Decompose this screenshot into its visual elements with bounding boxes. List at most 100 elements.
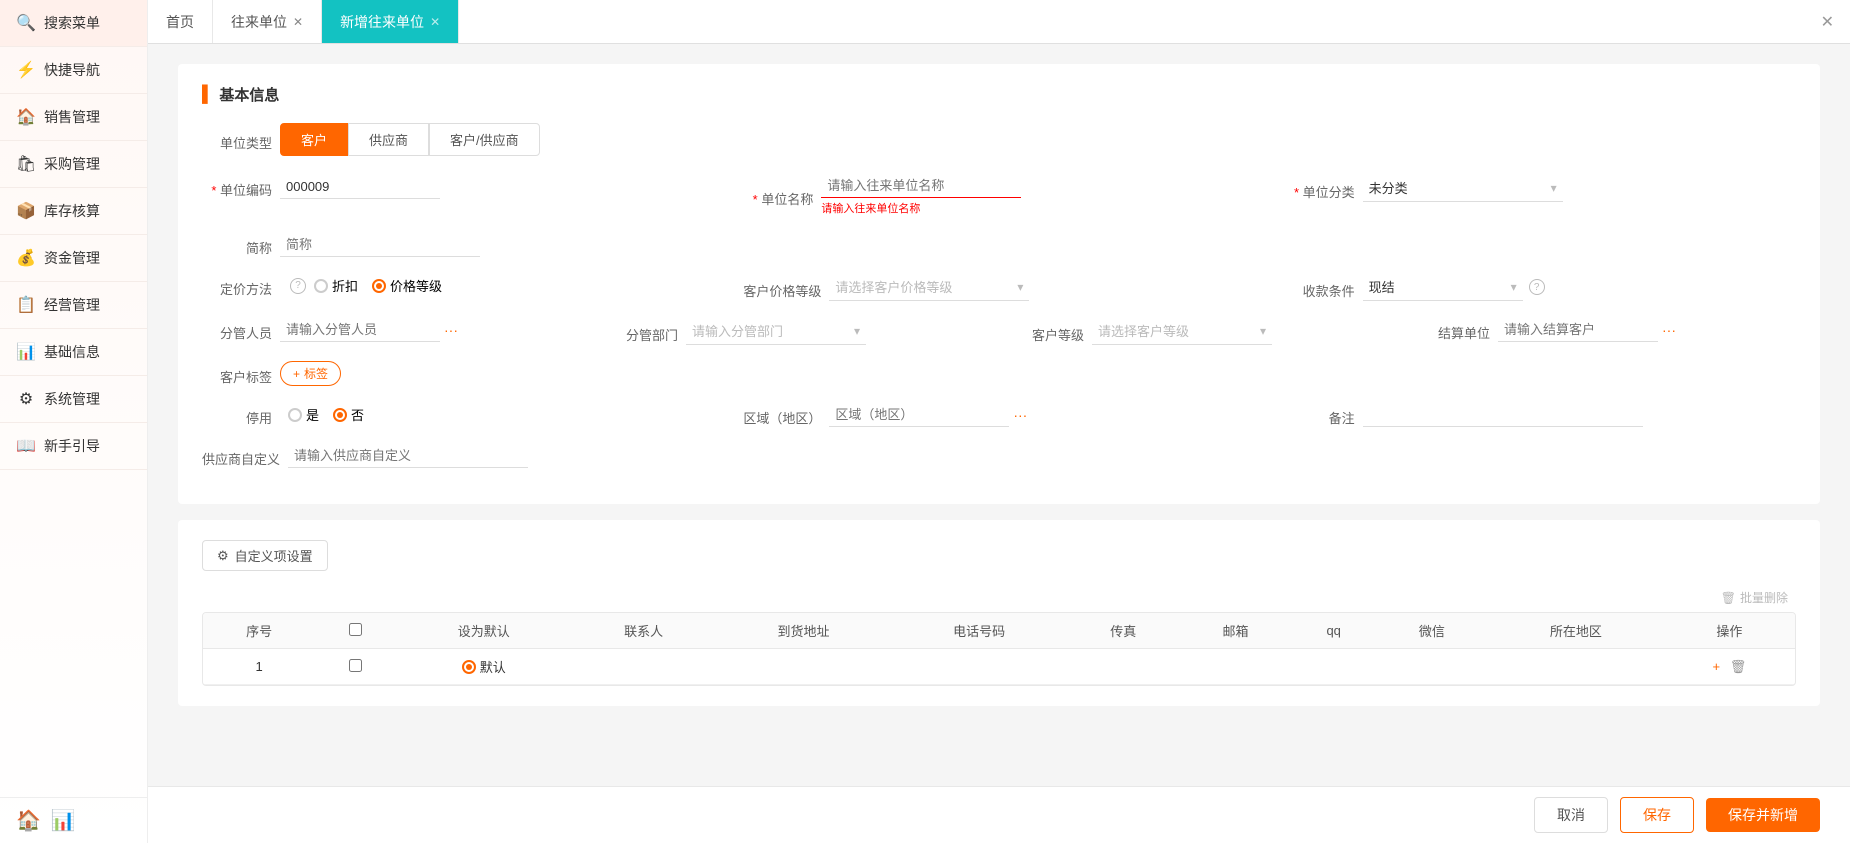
- row-checkbox[interactable]: [349, 659, 362, 672]
- sidebar-item-guide[interactable]: 📖 新手引导: [0, 423, 147, 470]
- chevron-down-icon4: ▾: [854, 324, 860, 338]
- settlement-input[interactable]: [1498, 318, 1658, 342]
- select-all-checkbox[interactable]: [349, 623, 362, 636]
- unit-name-label: 单位名称: [743, 183, 813, 208]
- manager-group: 分管人员 ···: [202, 317, 578, 342]
- pricing-method-group: 定价方法 ? 折扣 价格等级: [202, 273, 713, 298]
- tab-new-trading-unit[interactable]: 新增往来单位 ✕: [322, 0, 459, 43]
- unit-category-value: 未分类: [1369, 178, 1547, 197]
- add-tag-button[interactable]: + 标签: [280, 361, 341, 386]
- chevron-down-icon2: ▾: [1017, 280, 1023, 294]
- no-label: 否: [351, 405, 364, 424]
- save-new-button[interactable]: 保存并新增: [1706, 798, 1820, 832]
- default-radio-circle: [462, 660, 476, 674]
- sidebar-item-operations[interactable]: 📋 经营管理: [0, 282, 147, 329]
- sidebar-item-search[interactable]: 🔍 搜索菜单: [0, 0, 147, 47]
- tab-new-trading-unit-label: 新增往来单位: [340, 12, 424, 32]
- disabled-radio-group: 是 否: [288, 405, 364, 424]
- form-row-4: 分管人员 ··· 分管部门 请输入分管部门 ▾ 客户等级 请选择客户等级: [202, 317, 1796, 345]
- sidebar-label-system: 系统管理: [44, 389, 100, 409]
- section-title-text: 基本信息: [219, 84, 279, 105]
- unit-name-input[interactable]: [821, 174, 1021, 198]
- cell-wechat: [1376, 649, 1488, 685]
- supplier-custom-input[interactable]: [288, 444, 528, 468]
- th-contact: 联系人: [572, 613, 716, 649]
- disabled-yes-radio[interactable]: 是: [288, 405, 319, 424]
- customer-price-group: 客户价格等级 请选择客户价格等级 ▾: [743, 273, 1254, 301]
- sidebar-item-finance[interactable]: 💰 资金管理: [0, 235, 147, 282]
- default-radio[interactable]: 默认: [406, 657, 562, 676]
- custom-settings-button[interactable]: ⚙ 自定义项设置: [202, 540, 328, 571]
- chevron-down-icon5: ▾: [1260, 324, 1266, 338]
- cell-default: 默认: [396, 649, 572, 685]
- pricing-radio-discount[interactable]: 折扣: [314, 276, 358, 295]
- manager-more-btn[interactable]: ···: [444, 322, 458, 338]
- remarks-input[interactable]: [1363, 403, 1643, 427]
- contact-table-head: 序号 设为默认 联系人 到货地址 电话号码 传真 邮箱 qq 微信 所在地区 操…: [203, 613, 1795, 649]
- tab-trading-unit-close[interactable]: ✕: [293, 15, 303, 29]
- settlement-group: 结算单位 ···: [1420, 317, 1796, 342]
- sidebar-item-basic-info[interactable]: 📊 基础信息: [0, 329, 147, 376]
- payment-help-icon[interactable]: ?: [1529, 279, 1545, 295]
- region-more-btn[interactable]: ···: [1013, 407, 1027, 423]
- sidebar-footer-icon1[interactable]: 🏠: [16, 808, 41, 833]
- grade-radio-circle: [372, 279, 386, 293]
- tab-home[interactable]: 首页: [148, 0, 213, 43]
- payment-terms-value: 现结: [1369, 277, 1507, 296]
- unit-code-input[interactable]: [280, 175, 440, 199]
- region-input[interactable]: [829, 403, 1009, 427]
- sidebar-item-sales[interactable]: 🏠 销售管理: [0, 94, 147, 141]
- unit-type-customer[interactable]: 客户: [280, 123, 348, 156]
- cell-checkbox: [315, 649, 396, 685]
- unit-name-group: 单位名称 请输入往来单位名称: [743, 174, 1254, 216]
- default-label: 默认: [480, 657, 506, 676]
- th-action: 操作: [1664, 613, 1795, 649]
- cell-seq: 1: [203, 649, 315, 685]
- unit-code-label: 单位编码: [202, 174, 272, 199]
- customer-price-select[interactable]: 请选择客户价格等级 ▾: [829, 273, 1029, 301]
- contact-card: ⚙ 自定义项设置 🗑 批量删除 序号 设为默认 联系人 到货地址: [178, 520, 1820, 706]
- unit-category-select[interactable]: 未分类 ▾: [1363, 174, 1563, 202]
- tab-bar: 首页 往来单位 ✕ 新增往来单位 ✕ ✕: [148, 0, 1850, 44]
- unit-name-wrap: 请输入往来单位名称: [821, 174, 1021, 216]
- form-row-3: 定价方法 ? 折扣 价格等级 客户价格等级: [202, 273, 1796, 301]
- save-button[interactable]: 保存: [1620, 797, 1694, 833]
- pricing-help-icon[interactable]: ?: [290, 278, 306, 294]
- customer-level-placeholder: 请选择客户等级: [1098, 321, 1256, 340]
- guide-icon: 📖: [16, 436, 36, 456]
- sidebar-label-guide: 新手引导: [44, 436, 100, 456]
- yes-radio-circle: [288, 408, 302, 422]
- unit-type-both[interactable]: 客户/供应商: [429, 123, 540, 156]
- sidebar-label-operations: 经营管理: [44, 295, 100, 315]
- sales-icon: 🏠: [16, 107, 36, 127]
- payment-terms-select[interactable]: 现结 ▾: [1363, 273, 1523, 301]
- disabled-no-radio[interactable]: 否: [333, 405, 364, 424]
- batch-delete-label[interactable]: 批量删除: [1740, 589, 1788, 606]
- grade-label: 价格等级: [390, 276, 442, 295]
- sidebar-footer-icon2[interactable]: 📊: [51, 808, 76, 833]
- th-default: 设为默认: [396, 613, 572, 649]
- shortname-input[interactable]: [280, 233, 480, 257]
- settlement-more-btn[interactable]: ···: [1662, 322, 1676, 338]
- pricing-radio-grade[interactable]: 价格等级: [372, 276, 442, 295]
- finance-icon: 💰: [16, 248, 36, 268]
- shortname-group: 简称: [202, 232, 1796, 257]
- delete-row-btn[interactable]: 🗑: [1730, 659, 1747, 674]
- manager-input[interactable]: [280, 318, 440, 342]
- tab-trading-unit[interactable]: 往来单位 ✕: [213, 0, 322, 43]
- department-select[interactable]: 请输入分管部门 ▾: [686, 317, 866, 345]
- add-row-btn[interactable]: +: [1713, 659, 1721, 674]
- cancel-button[interactable]: 取消: [1534, 797, 1608, 833]
- sidebar-item-purchase[interactable]: 🛍 采购管理: [0, 141, 147, 188]
- unit-type-supplier[interactable]: 供应商: [348, 123, 429, 156]
- sidebar-item-inventory[interactable]: 📦 库存核算: [0, 188, 147, 235]
- customer-level-select[interactable]: 请选择客户等级 ▾: [1092, 317, 1272, 345]
- th-region: 所在地区: [1488, 613, 1664, 649]
- tab-new-trading-unit-close[interactable]: ✕: [430, 15, 440, 29]
- supplier-custom-label: 供应商自定义: [202, 443, 280, 468]
- shortname-label: 简称: [202, 232, 272, 257]
- th-seq: 序号: [203, 613, 315, 649]
- sidebar-item-system[interactable]: ⚙ 系统管理: [0, 376, 147, 423]
- sidebar-item-quick-nav[interactable]: ⚡ 快捷导航: [0, 47, 147, 94]
- close-all-tabs[interactable]: ✕: [1805, 12, 1850, 32]
